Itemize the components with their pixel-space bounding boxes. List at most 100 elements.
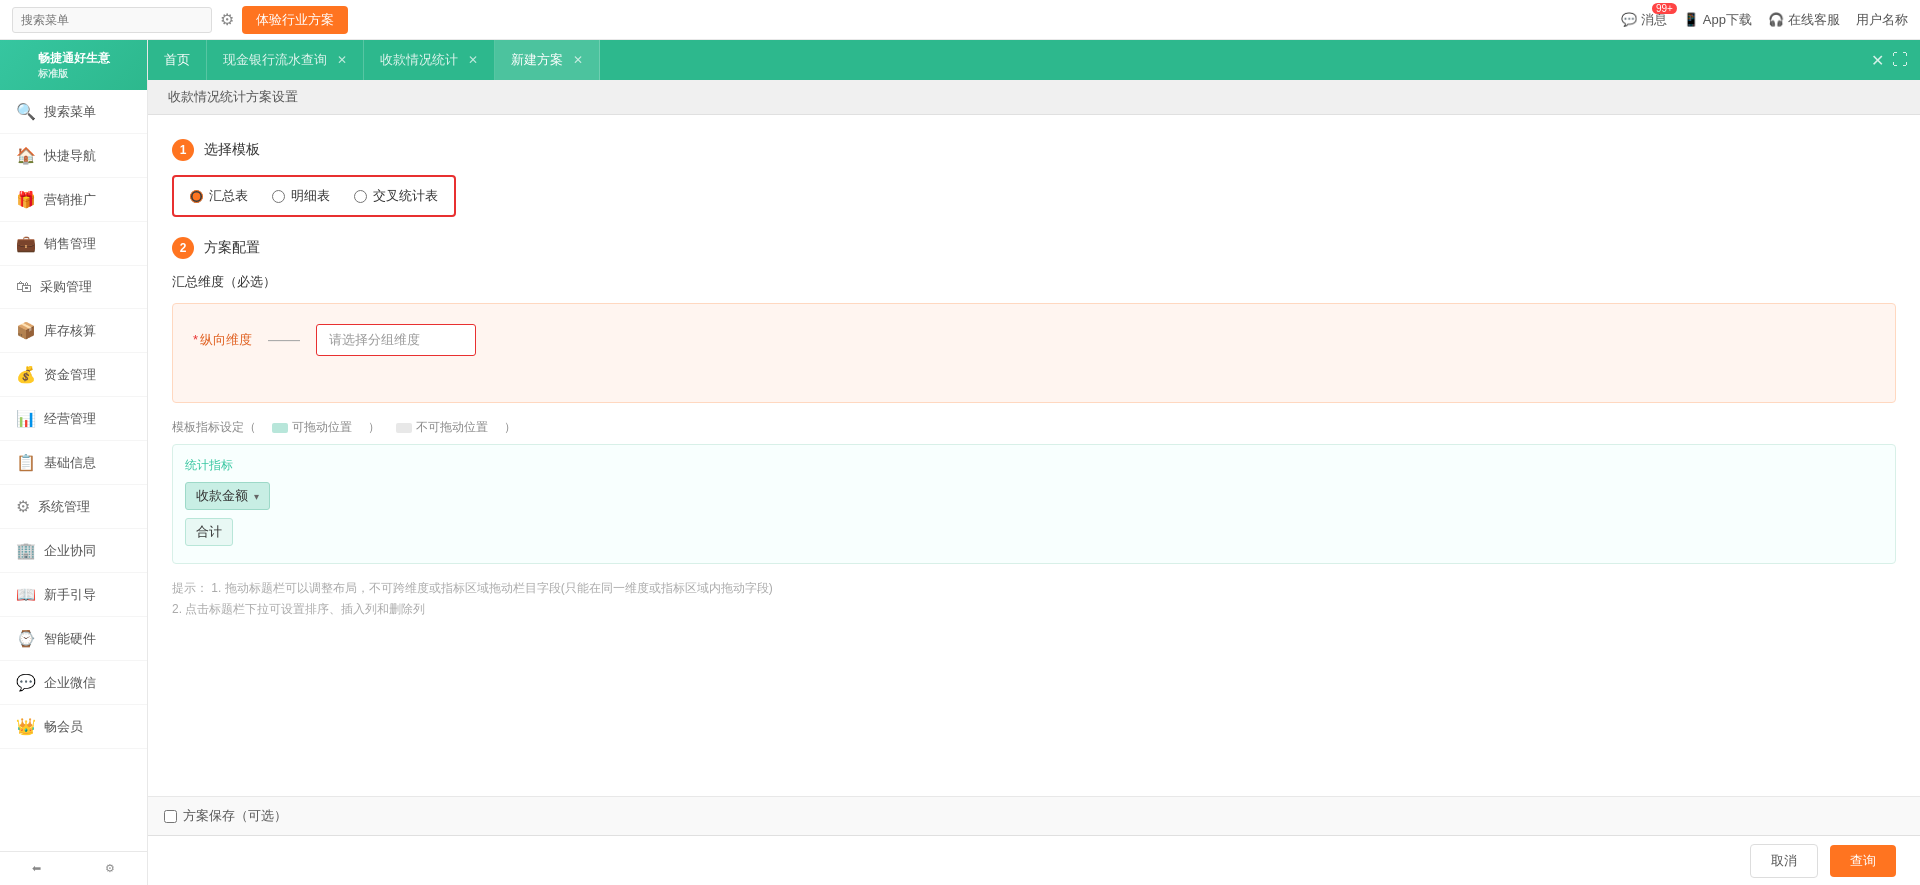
sidebar-item-sales[interactable]: 💼 销售管理 (0, 222, 147, 266)
tab-new-plan-label: 新建方案 (511, 51, 563, 69)
app-download-button[interactable]: 📱 App下载 (1683, 11, 1752, 29)
book-icon: 📖 (16, 585, 36, 604)
sidebar-label-hardware: 智能硬件 (44, 630, 96, 648)
tab-collection-label: 收款情况统计 (380, 51, 458, 69)
download-icon: 📱 (1683, 12, 1699, 27)
tab-collection-close[interactable]: ✕ (468, 53, 478, 67)
sidebar-label-guide: 新手引导 (44, 586, 96, 604)
main-content: 收款情况统计方案设置 1 选择模板 汇总表 (148, 80, 1920, 835)
service-icon: 🎧 (1768, 12, 1784, 27)
page-header: 收款情况统计方案设置 (148, 80, 1920, 115)
sidebar-item-search[interactable]: 🔍 搜索菜单 (0, 90, 147, 134)
sidebar-footer-right[interactable]: ⚙ (74, 852, 148, 885)
sidebar-footer-left[interactable]: ⬅ (0, 852, 74, 885)
step1-header: 1 选择模板 (172, 139, 1896, 161)
save-plan-label: 方案保存（可选） (183, 807, 287, 825)
sidebar-item-marketing[interactable]: 🎁 营销推广 (0, 178, 147, 222)
tab-cashflow[interactable]: 现金银行流水查询 ✕ (207, 40, 364, 80)
save-plan-checkbox[interactable] (164, 810, 177, 823)
radio-summary[interactable] (190, 190, 203, 203)
trial-button[interactable]: 体验行业方案 (242, 6, 348, 34)
metric-tag-total[interactable]: 合计 (185, 518, 233, 546)
sidebar-item-guide[interactable]: 📖 新手引导 (0, 573, 147, 617)
gear-icon[interactable]: ⚙ (220, 10, 234, 29)
notifications-button[interactable]: 💬 消息 99+ (1621, 11, 1667, 29)
save-plan-checkbox-label[interactable]: 方案保存（可选） (164, 807, 287, 825)
download-label: App下载 (1703, 11, 1752, 29)
crown-icon: 👑 (16, 717, 36, 736)
sidebar-footer: ⬅ ⚙ (0, 851, 147, 885)
message-icon: 💬 (1621, 12, 1637, 27)
form-footer: 方案保存（可选） (148, 796, 1920, 835)
sidebar-item-member[interactable]: 👑 畅会员 (0, 705, 147, 749)
cancel-button[interactable]: 取消 (1750, 844, 1818, 878)
sidebar-item-system[interactable]: ⚙ 系统管理 (0, 485, 147, 529)
search-input[interactable] (12, 7, 212, 33)
watch-icon: ⌚ (16, 629, 36, 648)
sidebar-label-quick-nav: 快捷导航 (44, 147, 96, 165)
sidebar-item-hardware[interactable]: ⌚ 智能硬件 (0, 617, 147, 661)
option-crosstab[interactable]: 交叉统计表 (354, 187, 438, 205)
sidebar-item-operations[interactable]: 📊 经营管理 (0, 397, 147, 441)
radio-crosstab-label: 交叉统计表 (373, 187, 438, 205)
user-info[interactable]: 用户名称 (1856, 11, 1908, 29)
vertical-dimension-label: *纵向维度 (193, 331, 252, 349)
tab-new-plan[interactable]: 新建方案 ✕ (495, 40, 600, 80)
content-area: 首页 现金银行流水查询 ✕ 收款情况统计 ✕ 新建方案 ✕ ✕ ⛶ (148, 40, 1920, 885)
briefcase-icon: 💼 (16, 234, 36, 253)
nodrag-color-swatch (396, 423, 412, 433)
step1-section: 1 选择模板 汇总表 明细表 (172, 139, 1896, 217)
tab-home-label: 首页 (164, 51, 190, 69)
required-mark: * (193, 332, 198, 347)
money-icon: 💰 (16, 365, 36, 384)
building-icon: 🏢 (16, 541, 36, 560)
sidebar-item-enterprise[interactable]: 🏢 企业协同 (0, 529, 147, 573)
online-service-button[interactable]: 🎧 在线客服 (1768, 11, 1840, 29)
tab-cashflow-close[interactable]: ✕ (337, 53, 347, 67)
radio-detail[interactable] (272, 190, 285, 203)
sidebar-label-member: 畅会员 (44, 718, 83, 736)
form-area: 1 选择模板 汇总表 明细表 (148, 115, 1920, 796)
sidebar-item-purchase[interactable]: 🛍 采购管理 (0, 266, 147, 309)
option-detail[interactable]: 明细表 (272, 187, 330, 205)
sidebar-label-system: 系统管理 (38, 498, 90, 516)
sidebar-item-basic-info[interactable]: 📋 基础信息 (0, 441, 147, 485)
sidebar-item-finance[interactable]: 💰 资金管理 (0, 353, 147, 397)
step2-title: 方案配置 (204, 239, 260, 257)
sidebar-label-finance: 资金管理 (44, 366, 96, 384)
metrics-box: 统计指标 收款金额 ▾ 合计 (172, 444, 1896, 564)
logo-main-text: 畅捷通好生意 (38, 50, 110, 67)
chart-icon: 📊 (16, 409, 36, 428)
dimension-arrow: —— (268, 331, 300, 349)
step1-num: 1 (172, 139, 194, 161)
metrics-header-text: 模板指标设定（ (172, 419, 256, 436)
user-name: 用户名称 (1856, 11, 1908, 29)
sidebar-item-inventory[interactable]: 📦 库存核算 (0, 309, 147, 353)
legend-close-paren: ） (504, 419, 516, 436)
tab-close-all-icon[interactable]: ✕ (1871, 51, 1884, 70)
dimension-section-title: 汇总维度（必选） (172, 273, 1896, 291)
sidebar-label-sales: 销售管理 (44, 235, 96, 253)
option-summary[interactable]: 汇总表 (190, 187, 248, 205)
tab-new-plan-close[interactable]: ✕ (573, 53, 583, 67)
metrics-legend: 模板指标设定（ 可拖动位置 ） 不可拖动位置 ） (172, 419, 1896, 436)
sidebar-item-wechat[interactable]: 💬 企业微信 (0, 661, 147, 705)
shopping-icon: 🛍 (16, 278, 32, 296)
service-label: 在线客服 (1788, 11, 1840, 29)
tab-home[interactable]: 首页 (148, 40, 207, 80)
metric-tag-amount[interactable]: 收款金额 ▾ (185, 482, 270, 510)
step2-header: 2 方案配置 (172, 237, 1896, 259)
sidebar-item-quick-nav[interactable]: 🏠 快捷导航 (0, 134, 147, 178)
template-options: 汇总表 明细表 交叉统计表 (172, 175, 456, 217)
tip-1: 提示： 1. 拖动标题栏可以调整布局，不可跨维度或指标区域拖动栏目字段(只能在同… (172, 580, 1896, 597)
radio-crosstab[interactable] (354, 190, 367, 203)
tab-collection[interactable]: 收款情况统计 ✕ (364, 40, 495, 80)
legend-nodrag-label: 不可拖动位置 (416, 419, 488, 436)
query-button[interactable]: 查询 (1830, 845, 1896, 877)
settings-icon: ⚙ (16, 497, 30, 516)
app-logo: 畅捷通好生意 标准版 (0, 40, 147, 90)
tag-dropdown-arrow[interactable]: ▾ (254, 491, 259, 502)
radio-summary-label: 汇总表 (209, 187, 248, 205)
dimension-select[interactable]: 请选择分组维度 (316, 324, 476, 356)
tab-expand-icon[interactable]: ⛶ (1892, 51, 1908, 69)
